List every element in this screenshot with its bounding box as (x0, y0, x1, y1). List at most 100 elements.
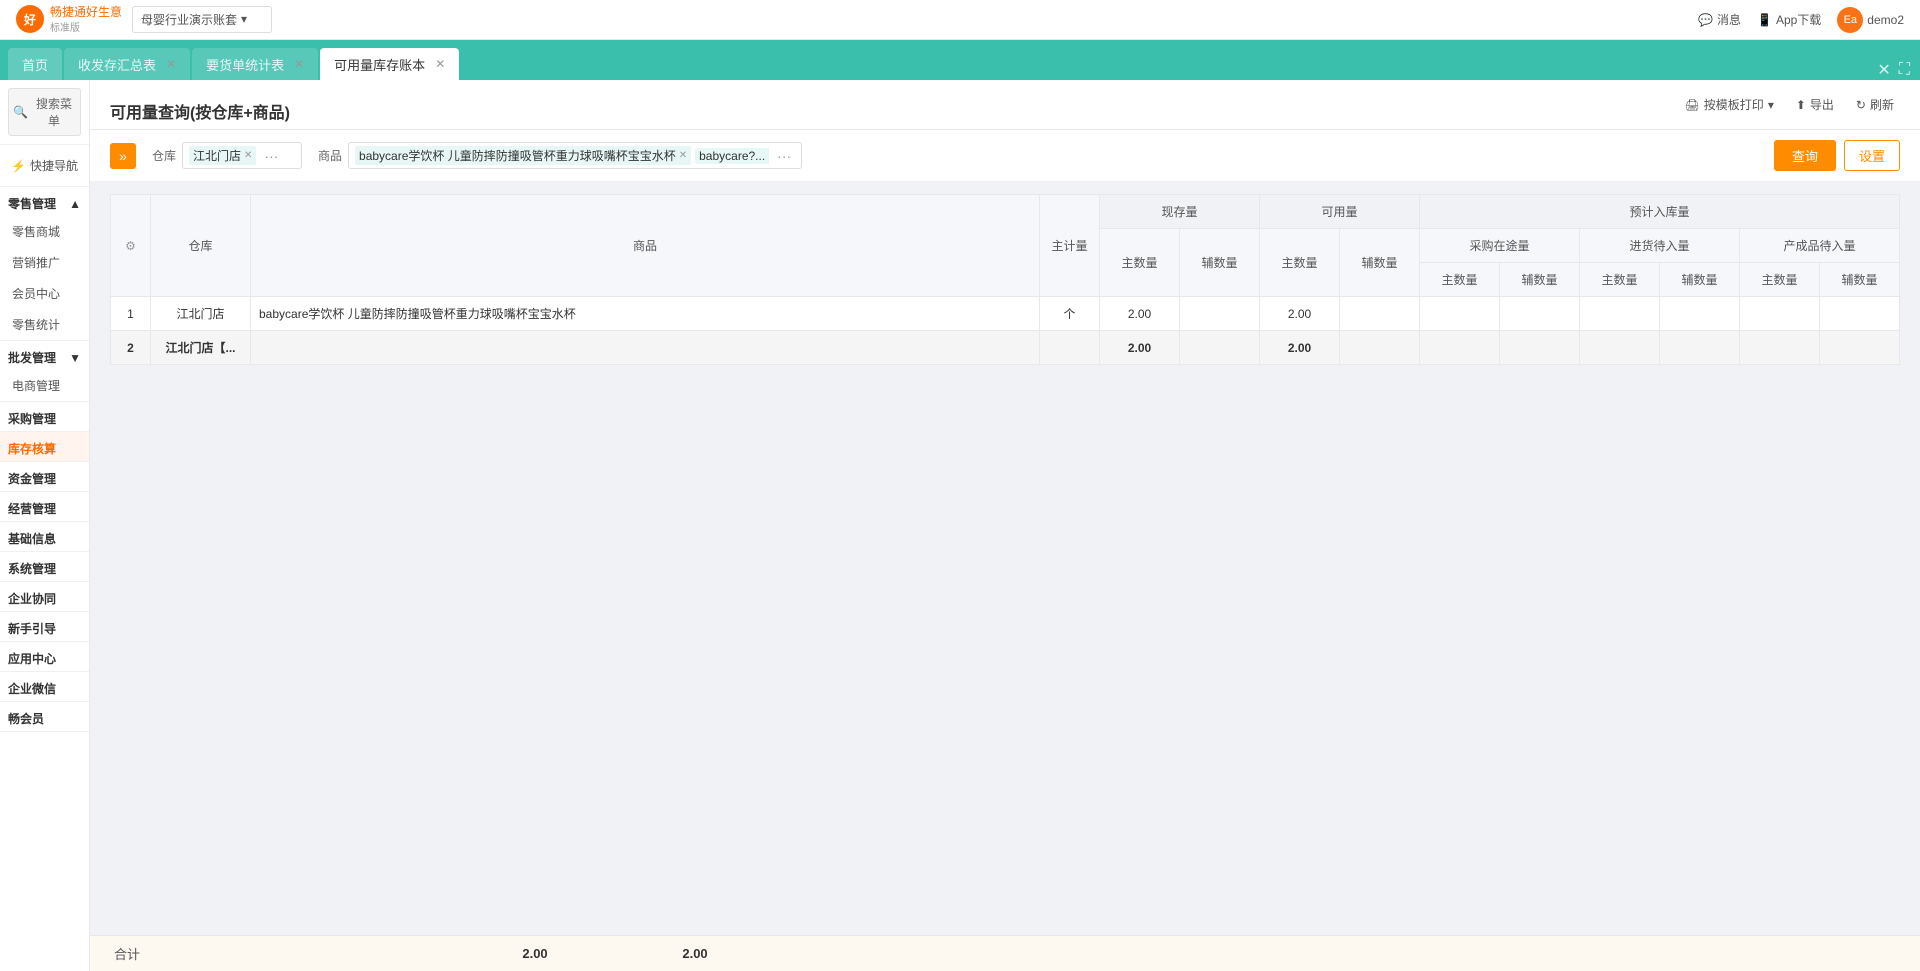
table-row: 1 江北门店 babycare学饮杯 儿童防摔防撞吸管杯重力球吸嘴杯宝宝水杯 个… (111, 297, 1900, 331)
chevron-down-icon: ▼ (69, 351, 81, 365)
main-layout: 🔍 搜索菜单 ⚡ 快捷导航 零售管理 ▲ 零售商城 营销推广 会员中心 零售统计… (0, 80, 1920, 971)
sidebar-collaboration-title[interactable]: 企业协同 (0, 582, 89, 611)
search-menu-btn[interactable]: 🔍 搜索菜单 (8, 88, 81, 136)
sidebar-item-retail-mall[interactable]: 零售商城 (0, 216, 89, 247)
sidebar-section-collaboration: 企业协同 (0, 582, 89, 612)
sidebar-newuser-title[interactable]: 新手引导 (0, 612, 89, 641)
warehouse-more-icon[interactable]: ··· (260, 148, 282, 164)
sidebar-inventory-title[interactable]: 库存核算 (0, 432, 89, 461)
nav-tabs: 首页 收发存汇总表 ✕ 要货单统计表 ✕ 可用量库存账本 ✕ ✕ ⛶ (0, 40, 1920, 80)
product-more-icon[interactable]: ··· (773, 148, 795, 164)
sidebar-vip-title[interactable]: 畅会员 (0, 702, 89, 731)
cell-purchase-pending-main-0 (1580, 297, 1660, 331)
th-no: ⚙ (111, 195, 151, 297)
logo-area: 好 畅捷通好生意 标准版 (16, 5, 122, 34)
industry-select[interactable]: 母婴行业演示账套 ▾ (132, 6, 272, 33)
table-footer: 合计 2.00 2.00 (90, 935, 1920, 971)
product-filter-tags[interactable]: babycare学饮杯 儿童防摔防撞吸管杯重力球吸嘴杯宝宝水杯 ✕ babyca… (348, 142, 802, 169)
sidebar-retail-title[interactable]: 零售管理 ▲ (0, 187, 89, 216)
warehouse-filter-tags[interactable]: 江北门店 ✕ ··· (182, 142, 302, 169)
sidebar-apps-title[interactable]: 应用中心 (0, 642, 89, 671)
settings-btn[interactable]: 设置 (1844, 140, 1900, 171)
product-tag-label: babycare学饮杯 儿童防摔防撞吸管杯重力球吸嘴杯宝宝水杯 (359, 147, 676, 164)
warehouse-tag-close[interactable]: ✕ (244, 150, 252, 161)
username-label: demo2 (1867, 13, 1904, 27)
refresh-label: 刷新 (1870, 96, 1894, 113)
cell-purchase-pending-main-1 (1580, 331, 1660, 365)
sidebar-section-retail: 零售管理 ▲ 零售商城 营销推广 会员中心 零售统计 (0, 187, 89, 341)
top-bar: 好 畅捷通好生意 标准版 母婴行业演示账套 ▾ 💬 消息 📱 App下载 Ea … (0, 0, 1920, 40)
app-icon: 📱 (1757, 13, 1772, 27)
message-label: 消息 (1717, 11, 1741, 28)
cell-warehouse-0: 江北门店 (151, 297, 251, 331)
tab-order-stats-close[interactable]: ✕ (294, 57, 304, 71)
close-window-icon[interactable]: ✕ (1877, 60, 1890, 80)
query-btn[interactable]: 查询 (1774, 140, 1836, 171)
th-stock-aux: 辅数量 (1180, 229, 1260, 297)
logo-text-area: 畅捷通好生意 标准版 (50, 5, 122, 34)
table-settings-icon[interactable]: ⚙ (125, 239, 136, 253)
print-btn[interactable]: 🖨 按模板打印 ▾ (1679, 92, 1780, 117)
tab-receive-summary-close[interactable]: ✕ (166, 57, 176, 71)
sidebar-wholesale-title[interactable]: 批发管理 ▼ (0, 341, 89, 370)
cell-purchase-transit-aux-1 (1500, 331, 1580, 365)
tab-available-inventory[interactable]: 可用量库存账本 ✕ (320, 48, 459, 80)
sidebar-section-wecom: 企业微信 (0, 672, 89, 702)
tab-receive-summary[interactable]: 收发存汇总表 ✕ (64, 48, 190, 80)
th-avail-aux: 辅数量 (1340, 229, 1420, 297)
user-area[interactable]: Ea demo2 (1837, 7, 1904, 33)
tab-home[interactable]: 首页 (8, 48, 62, 80)
sidebar-purchase-title[interactable]: 采购管理 (0, 402, 89, 431)
cell-avail-aux-0 (1340, 297, 1420, 331)
chevron-up-icon: ▲ (69, 197, 81, 211)
sidebar-operations-title[interactable]: 经营管理 (0, 492, 89, 521)
product-tag-babycare: babycare学饮杯 儿童防摔防撞吸管杯重力球吸嘴杯宝宝水杯 ✕ (355, 146, 691, 165)
app-download-btn[interactable]: 📱 App下载 (1757, 11, 1821, 28)
refresh-icon: ↻ (1856, 98, 1866, 112)
sidebar-finance-title[interactable]: 资金管理 (0, 462, 89, 491)
sidebar-item-marketing[interactable]: 营销推广 (0, 247, 89, 278)
sidebar-item-quick-nav[interactable]: ⚡ 快捷导航 (0, 149, 89, 182)
maximize-icon[interactable]: ⛶ (1899, 61, 1910, 79)
search-icon: 🔍 (13, 105, 28, 119)
cell-product-pending-aux-1 (1820, 331, 1900, 365)
refresh-btn[interactable]: ↻ 刷新 (1850, 92, 1900, 117)
warehouse-filter-label: 仓库 (152, 147, 176, 164)
sidebar-system-title[interactable]: 系统管理 (0, 552, 89, 581)
tab-receive-summary-label: 收发存汇总表 (78, 55, 156, 74)
sidebar-wecom-title[interactable]: 企业微信 (0, 672, 89, 701)
message-btn[interactable]: 💬 消息 (1698, 11, 1741, 28)
th-purchase-pending-aux: 辅数量 (1660, 263, 1740, 297)
tab-available-inventory-close[interactable]: ✕ (435, 57, 445, 71)
product-tag-close[interactable]: ✕ (679, 150, 687, 161)
sidebar-section-vip: 畅会员 (0, 702, 89, 732)
sidebar-item-ecommerce[interactable]: 电商管理 (0, 370, 89, 401)
tab-order-stats[interactable]: 要货单统计表 ✕ (192, 48, 318, 80)
export-btn[interactable]: ⬆ 导出 (1790, 92, 1840, 117)
th-stock-main: 主数量 (1100, 229, 1180, 297)
th-purchase-pending: 进货待入量 (1580, 229, 1740, 263)
th-product-pending-main: 主数量 (1740, 263, 1820, 297)
sidebar-item-members[interactable]: 会员中心 (0, 278, 89, 309)
product-filter: 商品 babycare学饮杯 儿童防摔防撞吸管杯重力球吸嘴杯宝宝水杯 ✕ bab… (318, 142, 802, 169)
logo-subtitle: 标准版 (50, 19, 122, 34)
th-purchase-transit: 采购在途量 (1420, 229, 1580, 263)
footer-stock-main: 2.00 (495, 946, 575, 961)
sidebar-basic-info-title[interactable]: 基础信息 (0, 522, 89, 551)
th-expected-in: 预计入库量 (1420, 195, 1900, 229)
sidebar-section-system: 系统管理 (0, 552, 89, 582)
cell-purchase-pending-aux-0 (1660, 297, 1740, 331)
sidebar-section-apps: 应用中心 (0, 642, 89, 672)
logo-icon: 好 (16, 5, 44, 33)
message-icon: 💬 (1698, 13, 1713, 27)
th-purchase-pending-main: 主数量 (1580, 263, 1660, 297)
filter-expand-btn[interactable]: » (110, 143, 136, 169)
cell-no-1: 2 (111, 331, 151, 365)
sidebar-item-retail-stats[interactable]: 零售统计 (0, 309, 89, 340)
product-tag-babycare2: babycare?... (695, 148, 769, 164)
sidebar-quick-nav: ⚡ 快捷导航 (0, 145, 89, 187)
export-icon: ⬆ (1796, 98, 1806, 112)
chevron-down-icon: ▾ (241, 12, 247, 26)
cell-unit-1 (1040, 331, 1100, 365)
cell-product-1 (251, 331, 1040, 365)
